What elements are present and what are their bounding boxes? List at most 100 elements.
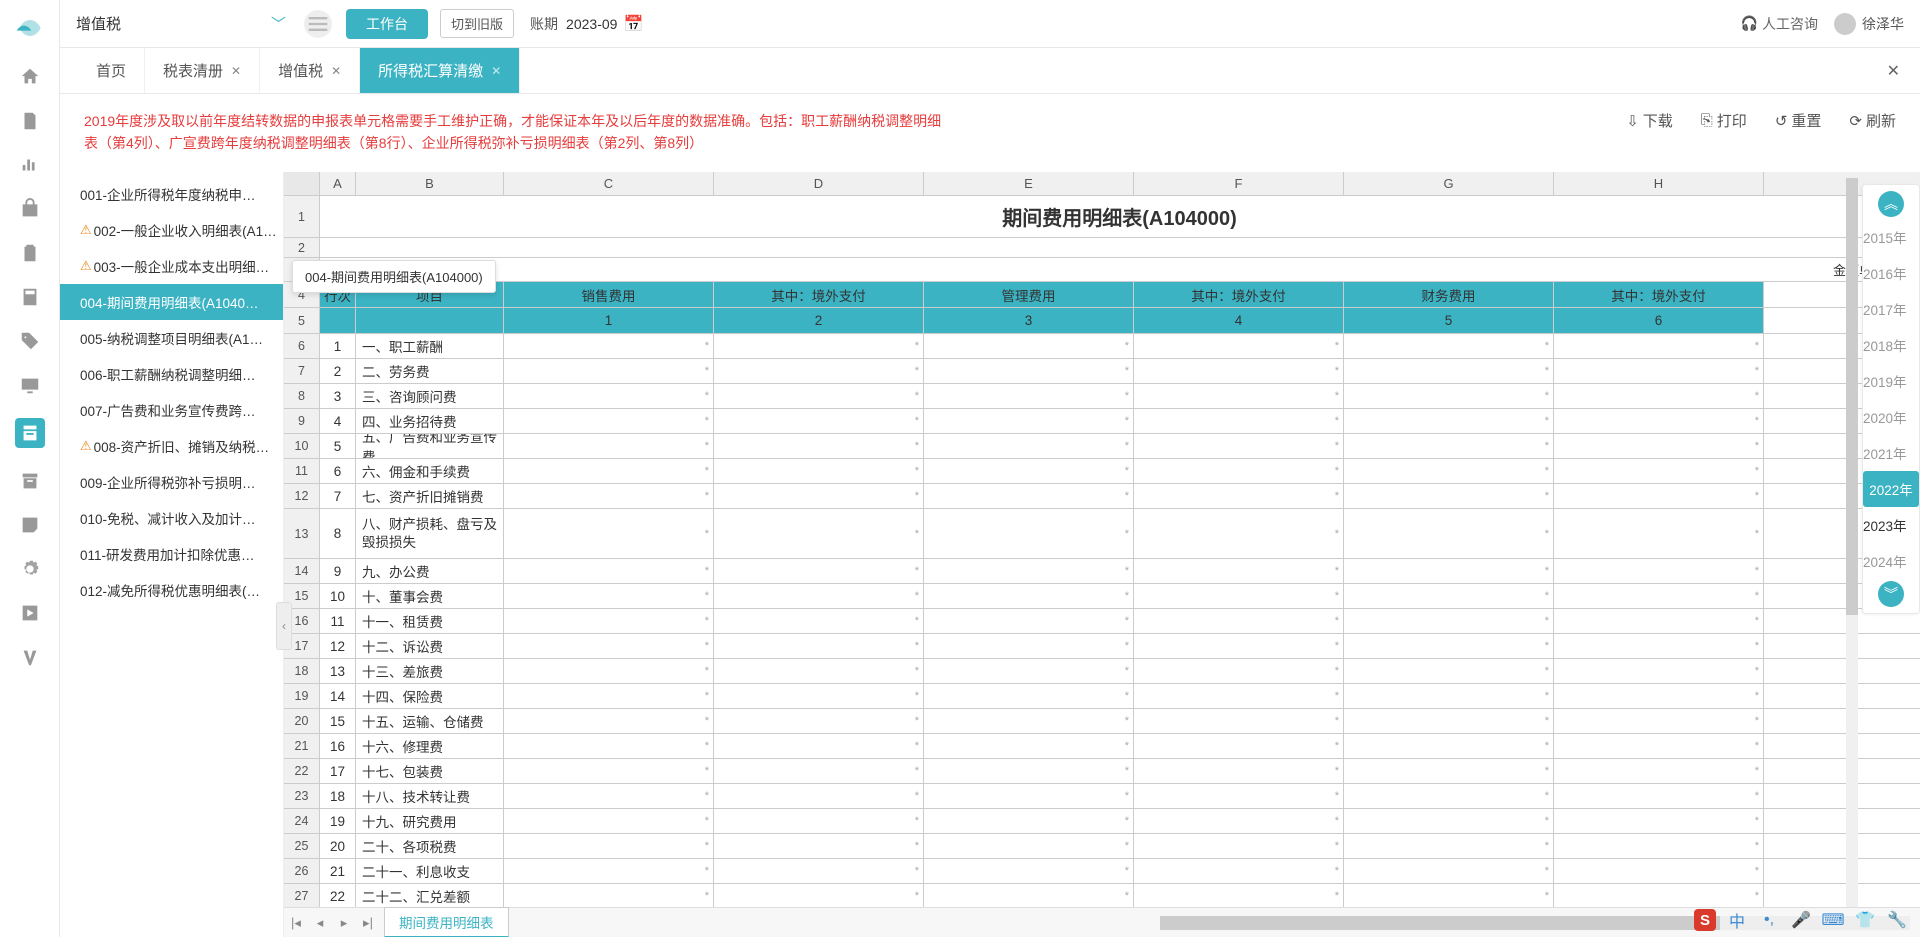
ime-punct-icon[interactable]: •, — [1758, 909, 1780, 931]
doc-icon[interactable] — [19, 110, 41, 132]
form-list-item[interactable]: 009-企业所得税弥补亏损明… — [60, 464, 283, 500]
collapse-handle[interactable]: ‹ — [276, 602, 292, 650]
form-list-item[interactable]: 012-减免所得税优惠明细表(… — [60, 572, 283, 608]
col-header[interactable]: C — [504, 172, 714, 195]
cell-value[interactable]: * — [504, 359, 714, 383]
cell-value[interactable]: * — [714, 659, 924, 683]
cell-name[interactable]: 二、劳务费 — [356, 359, 504, 383]
cell-value[interactable]: * — [504, 409, 714, 433]
cell-value[interactable]: * — [1134, 759, 1344, 783]
row-number[interactable]: 20 — [284, 709, 320, 733]
cell-value[interactable]: * — [504, 384, 714, 408]
form-list-item[interactable]: 005-纳税调整项目明细表(A1… — [60, 320, 283, 356]
help-link[interactable]: 🎧人工咨询 — [1741, 14, 1818, 34]
cell-value[interactable]: * — [1134, 484, 1344, 508]
row-number[interactable]: 11 — [284, 459, 320, 483]
cell-value[interactable]: * — [1554, 359, 1764, 383]
cell-no[interactable]: 16 — [320, 734, 356, 758]
year-option[interactable]: 2024年 — [1863, 543, 1919, 579]
cell-value[interactable]: * — [1344, 709, 1554, 733]
reset-button[interactable]: ↺重置 — [1775, 110, 1822, 131]
cell-value[interactable]: * — [1554, 409, 1764, 433]
cell-name[interactable]: 十五、运输、仓储费 — [356, 709, 504, 733]
cell-value[interactable]: * — [924, 484, 1134, 508]
cell-value[interactable]: * — [714, 334, 924, 358]
col-header[interactable]: B — [356, 172, 504, 195]
cell-name[interactable]: 十七、包装费 — [356, 759, 504, 783]
cell-name[interactable]: 十九、研究费用 — [356, 809, 504, 833]
close-icon[interactable]: ✕ — [231, 64, 241, 78]
cell-value[interactable]: * — [1134, 709, 1344, 733]
cell-value[interactable]: * — [1344, 459, 1554, 483]
cell-value[interactable]: * — [1344, 484, 1554, 508]
cell-value[interactable]: * — [504, 784, 714, 808]
cell-value[interactable]: * — [1554, 709, 1764, 733]
year-option[interactable]: 2021年 — [1863, 435, 1919, 471]
sheet-nav-last[interactable]: ▸| — [356, 915, 380, 931]
cell-value[interactable]: * — [924, 384, 1134, 408]
cell-value[interactable]: * — [924, 509, 1134, 558]
row-number[interactable]: 14 — [284, 559, 320, 583]
cell-no[interactable]: 17 — [320, 759, 356, 783]
cell-no[interactable]: 11 — [320, 609, 356, 633]
cell-value[interactable]: * — [1554, 809, 1764, 833]
row-number[interactable]: 27 — [284, 884, 320, 907]
cell-value[interactable]: * — [1134, 834, 1344, 858]
row-number[interactable]: 19 — [284, 684, 320, 708]
cell-no[interactable]: 7 — [320, 484, 356, 508]
row-number[interactable]: 5 — [284, 308, 320, 333]
cell-value[interactable]: * — [924, 634, 1134, 658]
cell-name[interactable]: 八、财产损耗、盘亏及毁损损失 — [356, 509, 504, 558]
gear-icon[interactable] — [19, 558, 41, 580]
cell-no[interactable]: 22 — [320, 884, 356, 907]
row-number[interactable]: 9 — [284, 409, 320, 433]
cell-name[interactable]: 二十一、利息收支 — [356, 859, 504, 883]
cell-value[interactable]: * — [924, 809, 1134, 833]
cell-value[interactable]: * — [1554, 634, 1764, 658]
workspace-button[interactable]: 工作台 — [346, 9, 428, 39]
cell-value[interactable]: * — [714, 409, 924, 433]
cell-value[interactable]: * — [1134, 409, 1344, 433]
cell-no[interactable]: 13 — [320, 659, 356, 683]
cell-value[interactable]: * — [714, 734, 924, 758]
cell-value[interactable]: * — [1134, 784, 1344, 808]
cell-name[interactable]: 二十、各项税费 — [356, 834, 504, 858]
cell-value[interactable]: * — [504, 759, 714, 783]
cell-value[interactable]: * — [924, 559, 1134, 583]
tab[interactable]: 首页 — [78, 48, 145, 93]
cell-value[interactable]: * — [1134, 734, 1344, 758]
bag-icon[interactable] — [19, 198, 41, 220]
col-header[interactable]: G — [1344, 172, 1554, 195]
tab[interactable]: 所得税汇算清缴✕ — [360, 48, 520, 93]
form-list-item[interactable]: 006-职工薪酬纳税调整明细… — [60, 356, 283, 392]
row-number[interactable]: 12 — [284, 484, 320, 508]
period-value[interactable]: 2023-09 — [566, 16, 617, 32]
cell-value[interactable]: * — [1344, 734, 1554, 758]
cell-value[interactable]: * — [924, 859, 1134, 883]
cell-value[interactable]: * — [1344, 584, 1554, 608]
ime-s-icon[interactable]: S — [1694, 909, 1716, 931]
cell-value[interactable]: * — [1554, 684, 1764, 708]
cell-name[interactable]: 四、业务招待费 — [356, 409, 504, 433]
cell-value[interactable]: * — [1344, 884, 1554, 907]
org-selector[interactable]: 增值税 ﹀ — [76, 13, 286, 34]
row-number[interactable]: 22 — [284, 759, 320, 783]
ime-tool-icon[interactable]: 🔧 — [1886, 909, 1908, 931]
year-option[interactable]: 2022年 — [1863, 471, 1919, 507]
cell-value[interactable]: * — [1134, 359, 1344, 383]
cell-value[interactable]: * — [924, 784, 1134, 808]
cell-value[interactable]: * — [1344, 784, 1554, 808]
cell-value[interactable]: * — [1134, 859, 1344, 883]
cell-value[interactable]: * — [1134, 434, 1344, 458]
form-list-item[interactable]: 001-企业所得税年度纳税申… — [60, 176, 283, 212]
cell-no[interactable]: 10 — [320, 584, 356, 608]
cell-value[interactable]: * — [924, 609, 1134, 633]
cell-value[interactable]: * — [1134, 809, 1344, 833]
cell-name[interactable]: 十八、技术转让费 — [356, 784, 504, 808]
year-option[interactable]: 2020年 — [1863, 399, 1919, 435]
screen-icon[interactable] — [19, 374, 41, 396]
cell-name[interactable]: 十、董事会费 — [356, 584, 504, 608]
cell-value[interactable]: * — [1554, 559, 1764, 583]
sheet-nav-first[interactable]: |◂ — [284, 915, 308, 931]
cell-value[interactable]: * — [1344, 634, 1554, 658]
